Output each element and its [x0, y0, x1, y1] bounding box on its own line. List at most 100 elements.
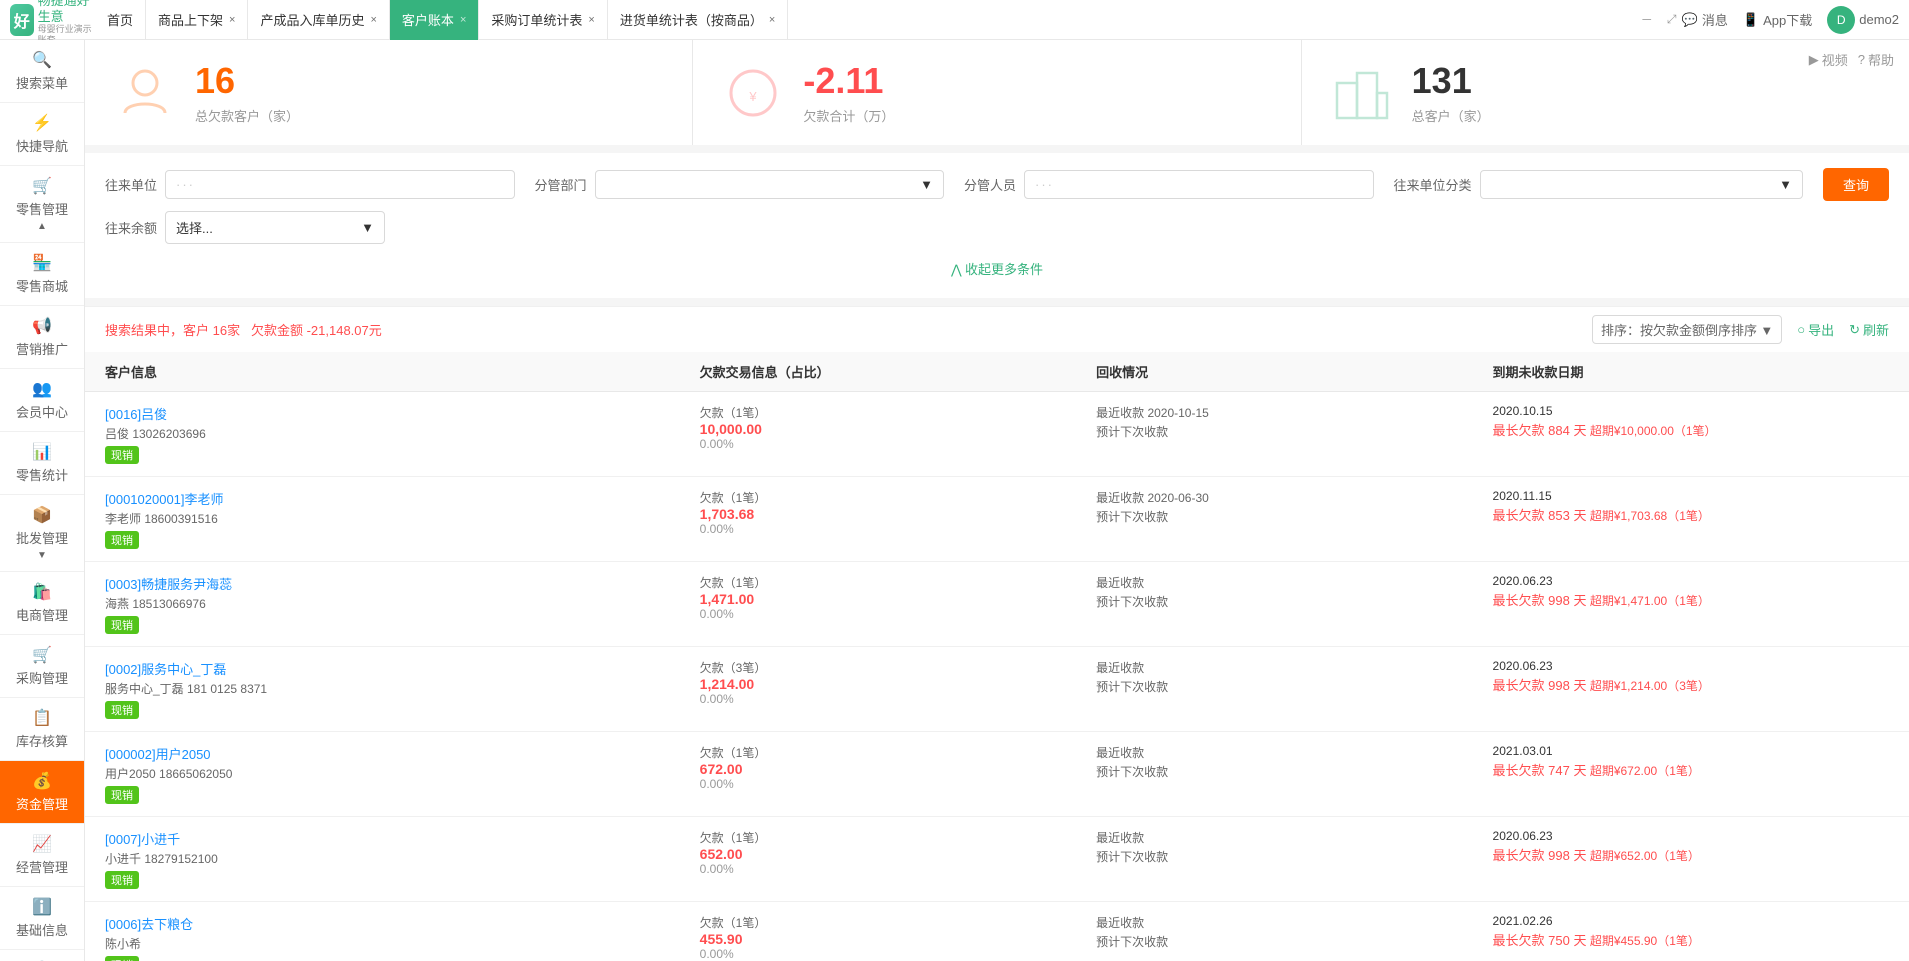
sidebar-item-system[interactable]: ⚙️ 系统管理 — [0, 950, 84, 961]
debt-percent: 0.00% — [700, 692, 1096, 706]
overdue-amount-link[interactable]: 超期¥1,471.00（1笔） — [1590, 594, 1710, 608]
tab-production-history[interactable]: 产成品入库单历史 × — [248, 0, 389, 40]
help-icon: ? — [1858, 52, 1865, 67]
dept-select[interactable]: ▼ — [595, 170, 944, 199]
sidebar-item-retail-mgmt[interactable]: 🛒 零售管理 ▲ — [0, 166, 84, 243]
table-container: 客户信息 欠款交易信息（占比） 回收情况 到期未收款日期 [0016]吕俊 吕俊… — [85, 352, 1909, 961]
user-menu[interactable]: D demo2 — [1827, 6, 1899, 34]
customer-phone: 小进千 18279152100 — [105, 850, 700, 867]
tab-customer-account[interactable]: 客户账本 × — [390, 0, 479, 40]
customer-info: [0002]服务中心_丁磊 服务中心_丁磊 181 0125 8371 现销 — [105, 659, 700, 719]
sidebar-item-operations[interactable]: 📈 经营管理 — [0, 824, 84, 887]
overdue-amount-link[interactable]: 超期¥652.00（1笔） — [1590, 849, 1700, 863]
last-collection: 最近收款 — [1096, 829, 1492, 846]
retail-mgmt-icon: 🛒 — [5, 176, 79, 196]
customer-name-link[interactable]: [0003]畅捷服务尹海蕊 — [105, 574, 700, 593]
window-controls: － ⤢ — [1637, 10, 1682, 30]
filter-manager: 分管人员 ··· — [964, 170, 1374, 199]
overdue-date: 2021.02.26 — [1493, 914, 1889, 928]
maximize-button[interactable]: ⤢ — [1662, 10, 1682, 30]
customer-phone: 服务中心_丁磊 181 0125 8371 — [105, 680, 700, 697]
debt-percent: 0.00% — [700, 437, 1096, 451]
overdue-amount-link[interactable]: 超期¥10,000.00（1笔） — [1590, 424, 1717, 438]
sidebar-item-purchase-mgmt[interactable]: 🛒 采购管理 — [0, 635, 84, 698]
sidebar-item-ecommerce[interactable]: 🛍️ 电商管理 — [0, 572, 84, 635]
debt-count: 欠款（1笔） — [700, 744, 1096, 761]
debt-count: 欠款（1笔） — [700, 914, 1096, 931]
overdue-amount-link[interactable]: 超期¥455.90（1笔） — [1590, 934, 1700, 948]
customer-info: [0016]吕俊 吕俊 13026203696 现销 — [105, 404, 700, 464]
messages-button[interactable]: 💬 消息 — [1682, 10, 1728, 29]
tab-close-customer-account[interactable]: × — [460, 14, 466, 26]
overdue-amount-link[interactable]: 超期¥1,214.00（3笔） — [1590, 679, 1710, 693]
customer-phone: 吕俊 13026203696 — [105, 425, 700, 442]
manager-label: 分管人员 — [964, 175, 1016, 194]
manager-input[interactable]: ··· — [1024, 170, 1373, 199]
col-header-recovery: 回收情况 — [1096, 362, 1492, 381]
debt-info: 欠款（1笔） 652.00 0.00% — [700, 829, 1096, 876]
col-header-customer: 客户信息 — [105, 362, 700, 381]
collapse-filter-button[interactable]: ⋀ 收起更多条件 — [105, 254, 1889, 283]
customer-name-link[interactable]: [0002]服务中心_丁磊 — [105, 659, 700, 678]
debt-count: 欠款（1笔） — [700, 829, 1096, 846]
help-button[interactable]: ? 帮助 — [1858, 50, 1894, 69]
overdue-date: 2020.06.23 — [1493, 659, 1889, 673]
tab-home[interactable]: 首页 — [95, 0, 146, 40]
sort-select[interactable]: 排序：按欠款金额倒序排序 ▼ — [1592, 315, 1782, 344]
sidebar-item-batch-mgmt[interactable]: 📦 批发管理 ▼ — [0, 495, 84, 572]
sidebar-item-members[interactable]: 👥 会员中心 — [0, 369, 84, 432]
top-right-actions: 💬 消息 📱 App下载 D demo2 — [1682, 6, 1899, 34]
refresh-button[interactable]: ↻ 刷新 — [1849, 320, 1889, 339]
recovery-info: 最近收款 预计下次收款 — [1096, 744, 1492, 780]
customer-name-link[interactable]: [000002]用户2050 — [105, 744, 700, 763]
debt-count: 欠款（1笔） — [700, 404, 1096, 421]
customer-name-link[interactable]: [0001020001]李老师 — [105, 489, 700, 508]
tab-close-purchase-order[interactable]: × — [588, 14, 594, 26]
customer-name-link[interactable]: [0007]小进千 — [105, 829, 700, 848]
sidebar-item-retail-mall[interactable]: 🏪 零售商城 — [0, 243, 84, 306]
sidebar-item-finance[interactable]: 💰 资金管理 — [0, 761, 84, 824]
app-download-button[interactable]: 📱 App下载 — [1743, 10, 1812, 29]
overdue-amount-link[interactable]: 超期¥672.00（1笔） — [1590, 764, 1700, 778]
sidebar-item-retail-stats[interactable]: 📊 零售统计 — [0, 432, 84, 495]
customer-name-link[interactable]: [0006]去下粮仓 — [105, 914, 700, 933]
tab-purchase-order[interactable]: 采购订单统计表 × — [479, 0, 607, 40]
filter-from-unit: 往来单位 ··· — [105, 170, 515, 199]
from-unit-label: 往来单位 — [105, 175, 157, 194]
customer-tag: 现销 — [105, 446, 139, 464]
overdue-amount-link[interactable]: 超期¥1,703.68（1笔） — [1590, 509, 1710, 523]
tab-purchase-stats[interactable]: 进货单统计表（按商品） × — [608, 0, 788, 40]
sidebar-item-basic-info[interactable]: ℹ️ 基础信息 — [0, 887, 84, 950]
tab-close-purchase-stats[interactable]: × — [769, 14, 775, 26]
tab-close-production-history[interactable]: × — [370, 14, 376, 26]
customer-name-link[interactable]: [0016]吕俊 — [105, 404, 700, 423]
unit-class-select[interactable]: ▼ — [1480, 170, 1803, 199]
table-row: [0002]服务中心_丁磊 服务中心_丁磊 181 0125 8371 现销 欠… — [85, 647, 1909, 732]
sidebar-item-search-menu[interactable]: 🔍 搜索菜单 — [0, 40, 84, 103]
minimize-button[interactable]: － — [1637, 10, 1657, 30]
overdue-date: 2020.11.15 — [1493, 489, 1889, 503]
recovery-info: 最近收款 预计下次收款 — [1096, 574, 1492, 610]
from-unit-input[interactable]: ··· — [165, 170, 514, 199]
export-button[interactable]: ○ 导出 — [1797, 320, 1834, 339]
search-button[interactable]: 查询 — [1823, 168, 1889, 201]
sidebar-item-marketing[interactable]: 📢 营销推广 — [0, 306, 84, 369]
tab-close-products-off[interactable]: × — [229, 14, 235, 26]
debt-count: 欠款（1笔） — [700, 489, 1096, 506]
play-icon: ▶ — [1809, 52, 1819, 68]
video-button[interactable]: ▶ 视频 — [1809, 50, 1848, 69]
next-collection: 预计下次收款 — [1096, 423, 1492, 440]
debt-info: 欠款（1笔） 1,471.00 0.00% — [700, 574, 1096, 621]
tab-products-off[interactable]: 商品上下架 × — [146, 0, 248, 40]
last-collection: 最近收款 — [1096, 574, 1492, 591]
sidebar-item-quick-nav[interactable]: ⚡ 快捷导航 — [0, 103, 84, 166]
balance-select[interactable]: 选择... ▼ — [165, 211, 385, 244]
overdue-info: 2020.06.23 最长欠款 998 天 超期¥1,214.00（3笔） — [1493, 659, 1889, 694]
retail-mall-icon: 🏪 — [5, 253, 79, 273]
customer-info: [0006]去下粮仓 陈小希 现销 — [105, 914, 700, 961]
overdue-date: 2021.03.01 — [1493, 744, 1889, 758]
total-customers-label: 总客户（家） — [1412, 106, 1879, 125]
debt-info: 欠款（1笔） 455.90 0.00% — [700, 914, 1096, 961]
sidebar-item-inventory[interactable]: 📋 库存核算 — [0, 698, 84, 761]
next-collection: 预计下次收款 — [1096, 763, 1492, 780]
